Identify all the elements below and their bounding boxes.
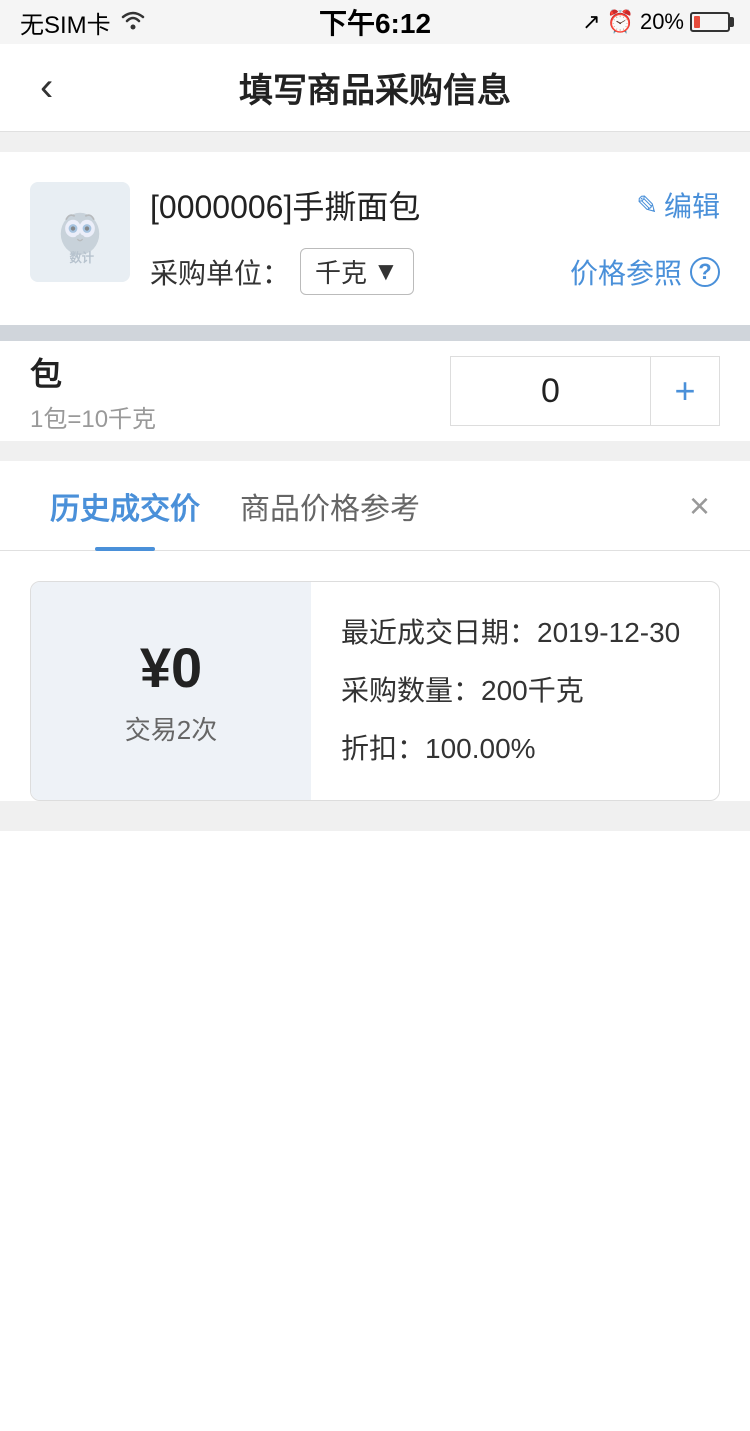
unit-dropdown[interactable]: 千克 ▼	[300, 248, 414, 295]
battery-icon	[690, 12, 730, 32]
quantity-unit: 包	[30, 349, 156, 395]
detail-qty: 采购数量：200千克	[341, 670, 689, 712]
product-image: 数计	[30, 182, 130, 282]
price-details: 最近成交日期：2019-12-30 采购数量：200千克 折扣：100.00%	[311, 582, 719, 800]
price-ref-panel: 历史成交价 商品价格参考 × ¥0 交易2次 最近成交日期：2019-12-30…	[0, 461, 750, 801]
battery-pct: 20%	[640, 9, 684, 35]
tab-history-label: 历史成交价	[50, 484, 200, 528]
price-value: 0	[171, 636, 202, 699]
unit-selector: 采购单位： 千克 ▼	[150, 248, 414, 295]
edit-icon: ✎	[636, 190, 658, 221]
status-time: 下午6:12	[319, 2, 431, 42]
quantity-input[interactable]: 0	[450, 356, 650, 426]
close-panel-button[interactable]: ×	[679, 475, 720, 537]
help-icon: ?	[690, 257, 720, 287]
edit-button[interactable]: ✎ 编辑	[636, 185, 720, 225]
product-row: 数计 [0000006]手撕面包 ✎ 编辑 采购单位： 千克 ▼	[30, 182, 720, 295]
alarm-icon: ⏰	[607, 9, 634, 35]
detail-date-label: 最近成交日期：	[341, 617, 537, 648]
tabs-bar: 历史成交价 商品价格参考 ×	[0, 461, 750, 551]
content-bottom	[0, 831, 750, 1431]
detail-date-value: 2019-12-30	[537, 617, 680, 648]
unit-label: 采购单位：	[150, 252, 290, 292]
tab-product-price[interactable]: 商品价格参考	[220, 461, 440, 551]
edit-label: 编辑	[664, 185, 720, 225]
product-section: 数计 [0000006]手撕面包 ✎ 编辑 采购单位： 千克 ▼	[0, 152, 750, 325]
page-title: 填写商品采购信息	[239, 63, 511, 112]
detail-qty-label: 采购数量：	[341, 675, 481, 706]
quantity-plus-button[interactable]: +	[650, 356, 720, 426]
nav-bar: ‹ 填写商品采购信息	[0, 44, 750, 132]
quantity-conversion: 1包=10千克	[30, 399, 156, 434]
chevron-down-icon: ▼	[373, 256, 399, 287]
trade-count: 交易2次	[125, 710, 217, 747]
detail-discount-label: 折扣：	[341, 733, 425, 764]
product-info: [0000006]手撕面包 ✎ 编辑 采购单位： 千克 ▼ 价格参照 ?	[150, 182, 720, 295]
product-name-row: [0000006]手撕面包 ✎ 编辑	[150, 182, 720, 228]
price-reference-link[interactable]: 价格参照 ?	[570, 252, 720, 292]
quantity-label: 包 1包=10千克	[30, 349, 156, 434]
quantity-input-area: 0 +	[450, 356, 720, 426]
detail-discount: 折扣：100.00%	[341, 728, 689, 770]
price-summary: ¥0 交易2次	[31, 582, 311, 800]
status-bar: 无SIM卡 下午6:12 ↗ ⏰ 20%	[0, 0, 750, 44]
location-icon: ↗	[582, 9, 600, 35]
currency-symbol: ¥	[140, 636, 171, 699]
svg-text:数计: 数计	[70, 250, 95, 265]
section-divider	[0, 325, 750, 341]
status-carrier: 无SIM卡	[20, 5, 147, 40]
detail-date: 最近成交日期：2019-12-30	[341, 612, 689, 654]
status-indicators: ↗ ⏰ 20%	[582, 9, 730, 35]
price-display: ¥0	[140, 635, 202, 700]
product-full-name: [0000006]手撕面包	[150, 182, 420, 228]
tab-history-price[interactable]: 历史成交价	[30, 461, 220, 551]
price-ref-label: 价格参照	[570, 252, 682, 292]
tab-product-label: 商品价格参考	[240, 484, 420, 528]
back-button[interactable]: ‹	[30, 55, 63, 120]
wifi-icon	[119, 8, 147, 37]
detail-qty-value: 200千克	[481, 675, 584, 706]
unit-value: 千克	[315, 253, 367, 290]
quantity-section: 包 1包=10千克 0 +	[0, 341, 750, 441]
price-card: ¥0 交易2次 最近成交日期：2019-12-30 采购数量：200千克 折扣：…	[30, 581, 720, 801]
carrier-text: 无SIM卡	[20, 5, 111, 40]
unit-row: 采购单位： 千克 ▼ 价格参照 ?	[150, 248, 720, 295]
detail-discount-value: 100.00%	[425, 733, 536, 764]
